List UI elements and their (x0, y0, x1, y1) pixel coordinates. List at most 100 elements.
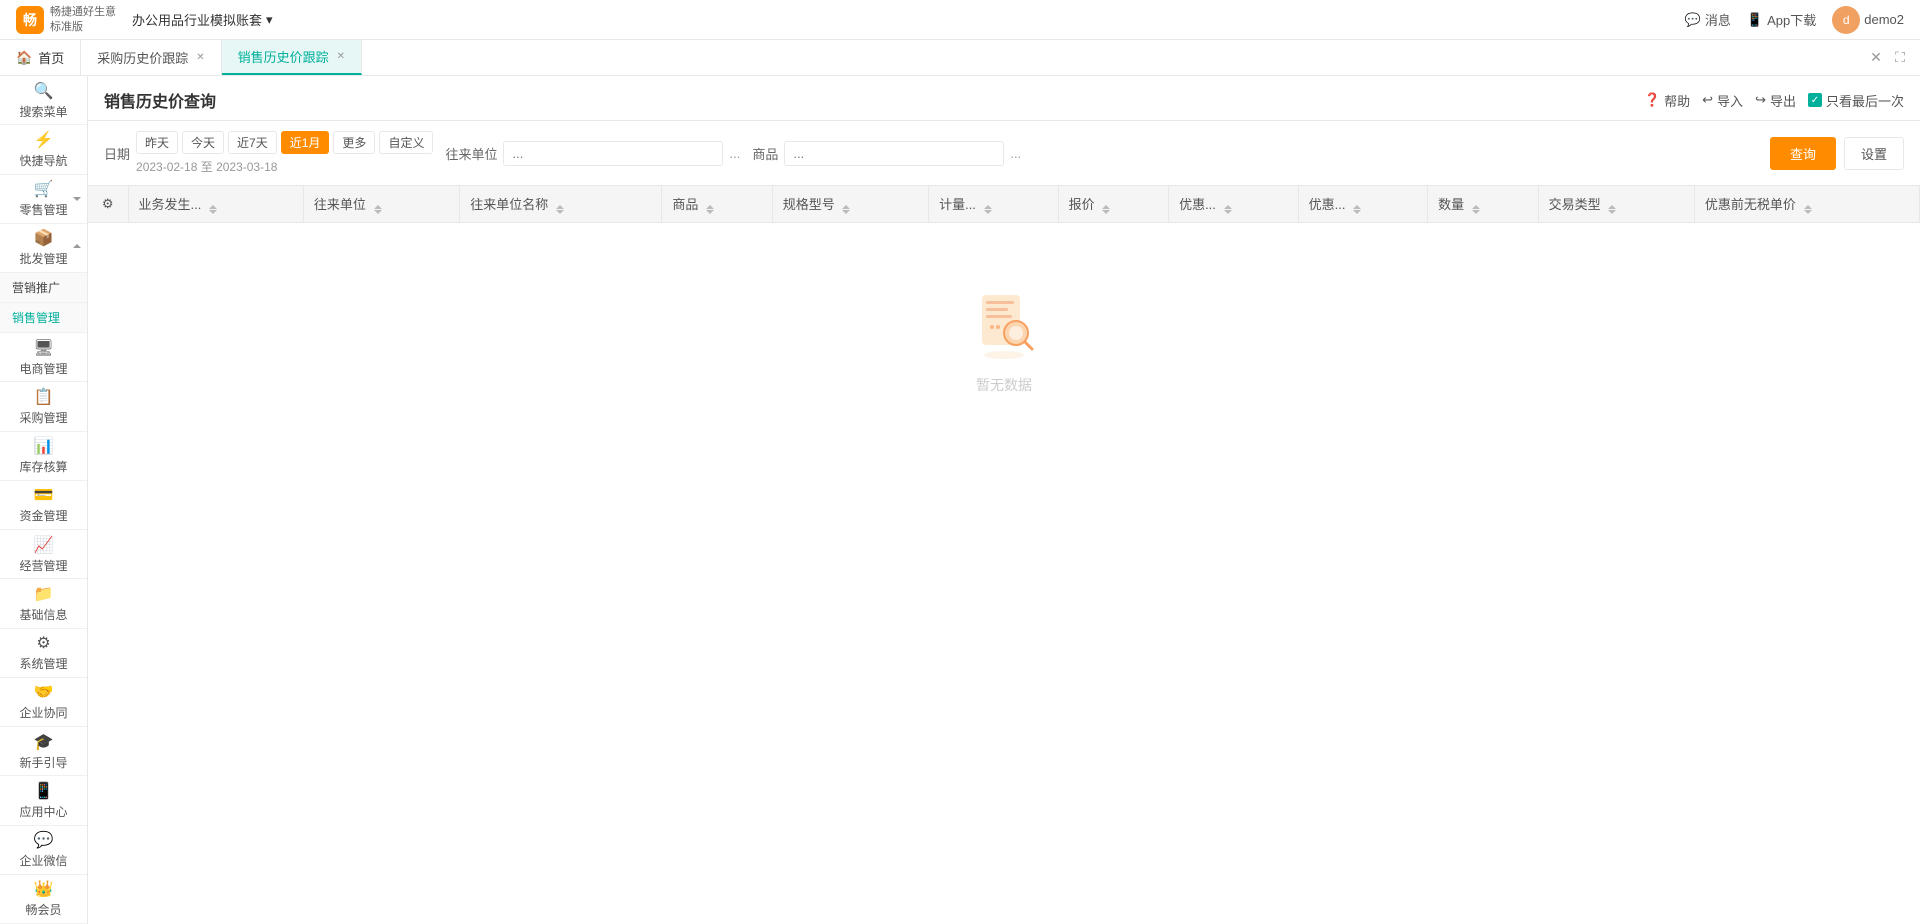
top-header: 畅 畅捷通好生意 标准版 办公用品行业模拟账套 ▾ 💬 消息 📱 App下载 d… (0, 0, 1920, 40)
sidebar-item-operation-mgmt[interactable]: 📈 经营管理 (0, 530, 87, 579)
quick-nav-icon: ⚡ (34, 130, 54, 150)
th-settings[interactable]: ⚙ (88, 186, 128, 223)
sort-icon-pre-discount-price (1804, 205, 1812, 214)
maximize-window-btn[interactable]: ⛶ (1892, 50, 1908, 66)
th-quoted-price[interactable]: 报价 (1058, 186, 1168, 223)
logo-text: 畅捷通好生意 标准版 (50, 5, 116, 34)
sidebar-item-search-menu[interactable]: 🔍 搜索菜单 (0, 76, 87, 125)
sidebar-item-wholesale-mgmt[interactable]: 📦 批发管理 (0, 224, 87, 273)
close-window-btn[interactable]: ✕ (1868, 50, 1884, 66)
member-icon: 👑 (34, 879, 54, 899)
sidebar-item-system-mgmt[interactable]: ⚙ 系统管理 (0, 629, 87, 678)
retail-mgmt-icon: 🛒 (34, 179, 54, 199)
empty-icon (964, 283, 1044, 363)
sidebar-item-finance-mgmt[interactable]: 💳 资金管理 (0, 481, 87, 530)
tab-close-sales[interactable]: ✕ (337, 51, 345, 62)
tab-purchase-history[interactable]: 采购历史价跟踪 ✕ (81, 40, 221, 75)
sort-icon-partner-code (374, 205, 382, 214)
table-header-row: ⚙ 业务发生... 往来单位 (88, 186, 1920, 223)
date-btn-today[interactable]: 今天 (182, 131, 224, 154)
header-right: 💬 消息 📱 App下载 d demo2 (1685, 6, 1904, 34)
date-filters: 昨天 今天 近7天 近1月 更多 自定义 (136, 131, 433, 154)
checkbox-icon: ✓ (1808, 93, 1822, 107)
sidebar-item-enterprise-wechat[interactable]: 💬 企业微信 (0, 826, 87, 875)
th-discount-amount[interactable]: 优惠... (1298, 186, 1428, 223)
sidebar-item-app-center[interactable]: 📱 应用中心 (0, 776, 87, 825)
system-mgmt-icon: ⚙ (36, 633, 50, 653)
date-range-display: 2023-02-18 至 2023-03-18 (136, 158, 433, 175)
home-icon: 🏠 (16, 50, 32, 66)
product-dots[interactable]: ... (1010, 146, 1021, 161)
page-header: 销售历史价查询 ❓ 帮助 ↩ 导入 ↪ 导出 ✓ (88, 76, 1920, 121)
th-quantity[interactable]: 数量 (1428, 186, 1538, 223)
data-table: ⚙ 业务发生... 往来单位 (88, 186, 1920, 223)
logo-area: 畅 畅捷通好生意 标准版 (16, 5, 116, 34)
th-transaction-type[interactable]: 交易类型 (1538, 186, 1694, 223)
message-action[interactable]: 💬 消息 (1685, 10, 1731, 29)
date-btn-yesterday[interactable]: 昨天 (136, 131, 178, 154)
settings-button[interactable]: 设置 (1844, 137, 1904, 170)
sidebar-item-retail-mgmt[interactable]: 🛒 零售管理 (0, 175, 87, 224)
sidebar-item-basic-info[interactable]: 📁 基础信息 (0, 579, 87, 628)
th-business-date[interactable]: 业务发生... (128, 186, 303, 223)
beginner-guide-icon: 🎓 (34, 732, 54, 752)
table-container: ⚙ 业务发生... 往来单位 (88, 186, 1920, 924)
empty-state-text: 暂无数据 (976, 375, 1032, 395)
date-btn-7days[interactable]: 近7天 (228, 131, 277, 154)
sidebar-item-marketing[interactable]: 营销推广 (0, 273, 87, 303)
tab-close-purchase[interactable]: ✕ (196, 52, 204, 63)
sidebar-item-inventory[interactable]: 📊 库存核算 (0, 432, 87, 481)
date-btn-more[interactable]: 更多 (333, 131, 375, 154)
help-action[interactable]: ❓ 帮助 (1644, 91, 1690, 110)
partner-dots[interactable]: ... (729, 146, 740, 161)
query-button[interactable]: 查询 (1770, 137, 1836, 170)
partner-input[interactable] (503, 141, 723, 166)
product-label: 商品 (752, 144, 778, 163)
sidebar-item-sales-mgmt[interactable]: 销售管理 (0, 303, 87, 333)
finance-icon: 💳 (34, 485, 54, 505)
only-last-checkbox[interactable]: ✓ 只看最后一次 (1808, 91, 1904, 110)
app-selector[interactable]: 办公用品行业模拟账套 ▾ (124, 10, 281, 29)
operation-icon: 📈 (34, 535, 54, 555)
import-action[interactable]: ↩ 导入 (1702, 91, 1743, 110)
sidebar-item-beginner-guide[interactable]: 🎓 新手引导 (0, 727, 87, 776)
sort-icon-unit (984, 205, 992, 214)
product-input[interactable] (784, 141, 1004, 166)
sidebar-item-purchase-mgmt[interactable]: 📋 采购管理 (0, 382, 87, 431)
sidebar-item-quick-nav[interactable]: ⚡ 快捷导航 (0, 125, 87, 174)
empty-state-svg (964, 283, 1044, 363)
tab-bar: 🏠 首页 采购历史价跟踪 ✕ 销售历史价跟踪 ✕ ✕ ⛶ (0, 40, 1920, 76)
user-action[interactable]: d demo2 (1832, 6, 1904, 34)
th-unit[interactable]: 计量... (929, 186, 1059, 223)
date-filters-container: 昨天 今天 近7天 近1月 更多 自定义 2023-02-18 至 2023-0… (136, 131, 433, 175)
sort-icon-transaction-type (1608, 205, 1616, 214)
th-pre-discount-price[interactable]: 优惠前无税单价 (1694, 186, 1919, 223)
app-download-action[interactable]: 📱 App下载 (1747, 10, 1816, 29)
th-spec-model[interactable]: 规格型号 (772, 186, 928, 223)
enterprise-wechat-icon: 💬 (34, 830, 54, 850)
th-product[interactable]: 商品 (662, 186, 772, 223)
tab-sales-history[interactable]: 销售历史价跟踪 ✕ (222, 40, 362, 75)
sidebar-item-ecommerce-mgmt[interactable]: 🖥 电商管理 (0, 333, 87, 382)
th-discount-rate[interactable]: 优惠... (1169, 186, 1299, 223)
basic-info-icon: 📁 (34, 584, 54, 604)
avatar: d (1832, 6, 1860, 34)
sidebar-item-member[interactable]: 👑 畅会员 (0, 875, 87, 924)
sidebar-item-enterprise-collab[interactable]: 🤝 企业协同 (0, 678, 87, 727)
th-partner-name[interactable]: 往来单位名称 (460, 186, 662, 223)
sort-icon-quantity (1472, 205, 1480, 214)
export-action[interactable]: ↪ 导出 (1755, 91, 1796, 110)
content-area: 销售历史价查询 ❓ 帮助 ↩ 导入 ↪ 导出 ✓ (88, 76, 1920, 924)
date-btn-custom[interactable]: 自定义 (379, 131, 433, 154)
partner-filter-group: 往来单位 ... (445, 141, 740, 166)
filter-right: 查询 设置 (1770, 137, 1904, 170)
sort-icon-partner-name (556, 205, 564, 214)
purchase-mgmt-icon: 📋 (34, 387, 54, 407)
tab-home[interactable]: 🏠 首页 (0, 40, 81, 75)
filter-bar: 日期 昨天 今天 近7天 近1月 更多 自定义 2023-02-18 至 202… (88, 121, 1920, 186)
date-filter-group: 日期 昨天 今天 近7天 近1月 更多 自定义 2023-02-18 至 202… (104, 131, 433, 175)
message-icon: 💬 (1685, 12, 1701, 28)
wholesale-mgmt-icon: 📦 (34, 228, 54, 248)
date-btn-1month[interactable]: 近1月 (281, 131, 330, 154)
th-partner-code[interactable]: 往来单位 (303, 186, 459, 223)
